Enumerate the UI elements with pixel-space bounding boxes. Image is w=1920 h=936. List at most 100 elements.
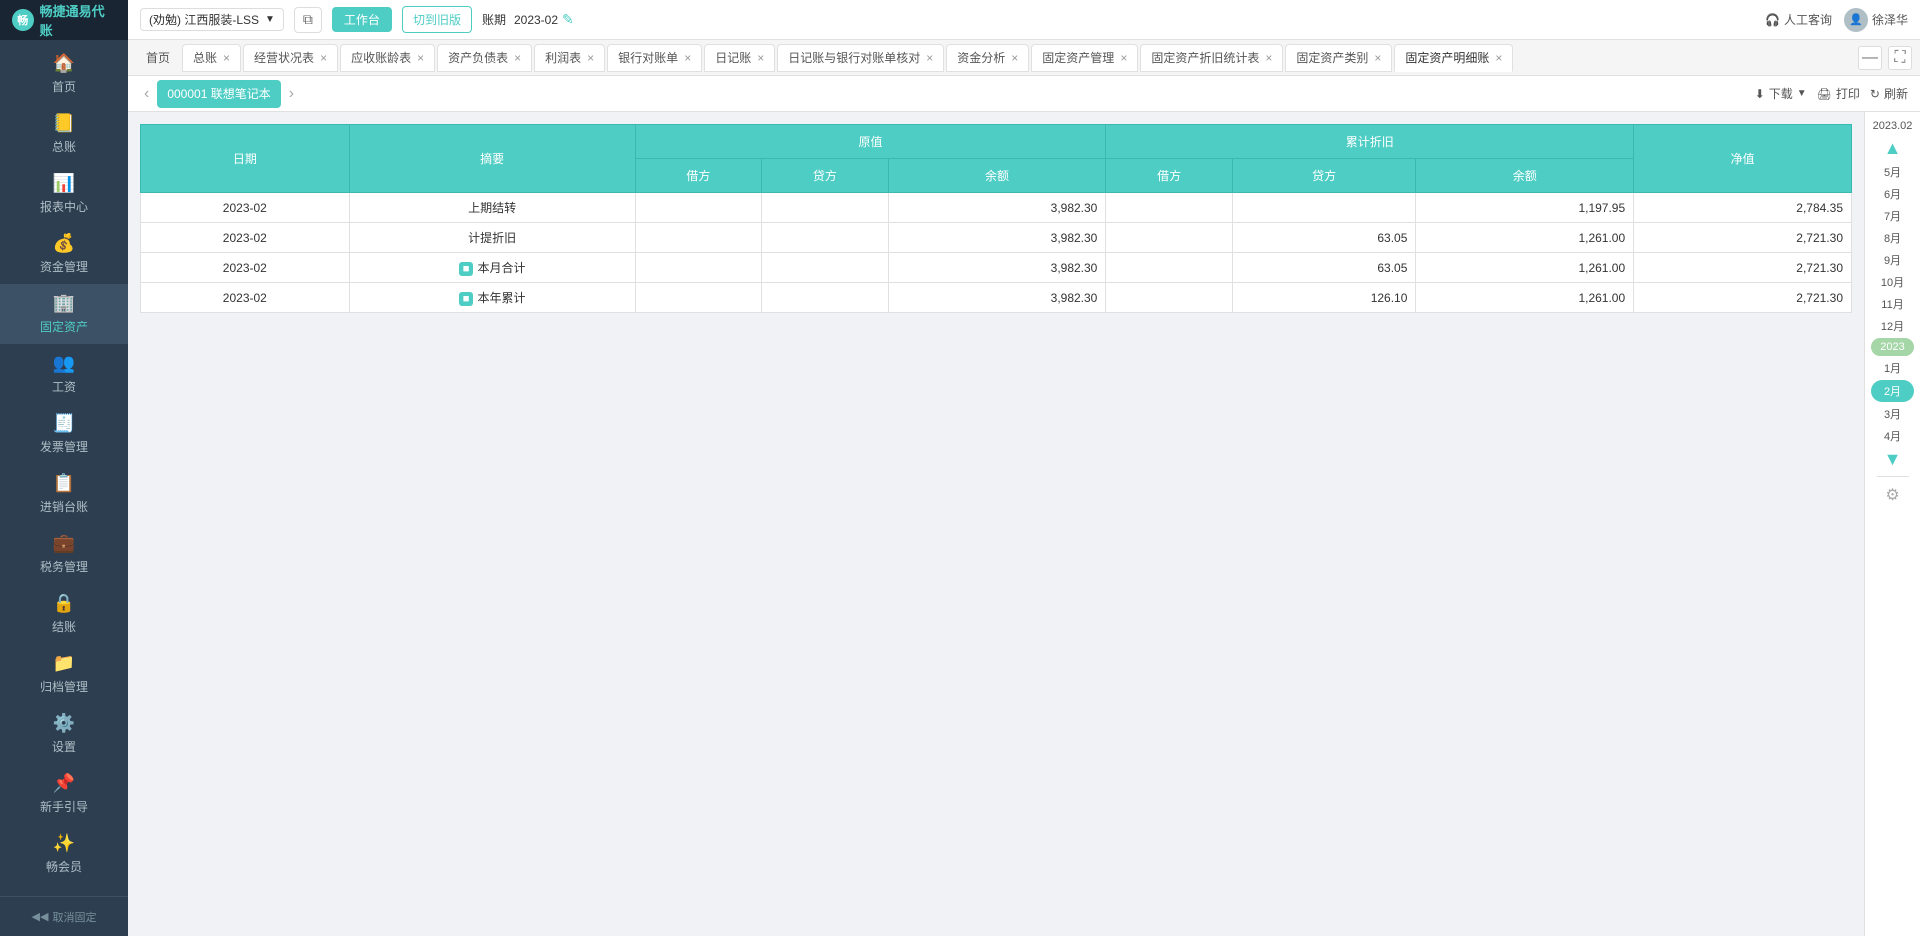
tab-fixed-assets-detail[interactable]: 固定资产明细账 × [1394,44,1513,72]
timeline-month-6[interactable]: 6月 [1865,183,1920,205]
sidebar-item-archive[interactable]: 📁 归档管理 [0,644,128,704]
tab-general-ledger[interactable]: 总账 × [182,44,241,72]
tab-home[interactable]: 首页 [136,44,180,72]
download-button[interactable]: ⬇ 下载 ▼ [1755,85,1807,102]
tab-fixed-assets-depreciation[interactable]: 固定资产折旧统计表 × [1140,44,1283,72]
table-cell: 2,721.30 [1634,283,1852,313]
table-row[interactable]: 2023-02■本年累计3,982.30126.101,261.002,721.… [141,283,1852,313]
timeline-month-1[interactable]: 1月 [1865,357,1920,379]
timeline-scroll-down-button[interactable]: ▼ [1882,447,1904,472]
tab-minimize-button[interactable]: — [1858,46,1882,70]
tab-fund-analysis[interactable]: 资金分析 × [946,44,1029,72]
col-creditor-accumulated: 贷方 [1232,159,1416,193]
sidebar-item-guide[interactable]: 📌 新手引导 [0,764,128,824]
copy-button[interactable]: ⧉ [294,7,322,33]
sidebar-pin-toggle[interactable]: ◀◀ 取消固定 [0,896,128,936]
tab-close-icon[interactable]: × [223,51,230,65]
sidebar-item-settings[interactable]: ⚙️ 设置 [0,704,128,764]
invoice-icon: 🧾 [53,413,75,434]
report-icon: 📊 [53,173,75,194]
col-summary: 摘要 [349,125,635,193]
company-selector[interactable]: (劝勉) 江西服装-LSS ▼ [140,8,284,31]
subtab-item-laptop[interactable]: 000001 联想笔记本 [157,80,280,108]
timeline-month-7[interactable]: 7月 [1865,205,1920,227]
user-profile[interactable]: 👤 徐泽华 [1844,8,1908,32]
tab-expand-button[interactable]: ⛶ [1888,46,1912,70]
tab-receivable-aging[interactable]: 应收账龄表 × [340,44,435,72]
subtab-next-button[interactable]: › [285,85,298,103]
table-row[interactable]: 2023-02计提折旧3,982.3063.051,261.002,721.30 [141,223,1852,253]
print-icon: 🖨 [1817,87,1832,101]
timeline-month-12[interactable]: 12月 [1865,315,1920,337]
timeline-month-9[interactable]: 9月 [1865,249,1920,271]
timeline-month-5[interactable]: 5月 [1865,161,1920,183]
sidebar-item-label: 结账 [52,618,76,635]
tab-close-icon[interactable]: × [417,51,424,65]
timeline-month-10[interactable]: 10月 [1865,271,1920,293]
timeline-month-11[interactable]: 11月 [1865,293,1920,315]
table-cell: 2023-02 [141,193,350,223]
tab-close-icon[interactable]: × [1495,51,1502,65]
tab-close-icon[interactable]: × [1374,51,1381,65]
period-edit-icon[interactable]: ✎ [562,11,574,28]
timeline-settings-icon[interactable]: ⚙ [1885,485,1899,505]
tab-close-icon[interactable]: × [1120,51,1127,65]
table-cell: 2,721.30 [1634,223,1852,253]
sidebar-item-fixed-assets[interactable]: 🏢 固定资产 [0,284,128,344]
tab-bank-statement[interactable]: 银行对账单 × [607,44,702,72]
timeline-month-3[interactable]: 3月 [1865,403,1920,425]
tab-balance-sheet[interactable]: 资产负债表 × [437,44,532,72]
tab-fixed-assets-mgmt[interactable]: 固定资产管理 × [1031,44,1138,72]
purchase-sales-icon: 📋 [53,473,75,494]
tab-business-status[interactable]: 经营状况表 × [243,44,338,72]
tab-fixed-assets-category[interactable]: 固定资产类别 × [1285,44,1392,72]
timeline-month-2[interactable]: 2月 [1871,380,1914,402]
sidebar-item-report[interactable]: 📊 报表中心 [0,164,128,224]
sidebar-item-home[interactable]: 🏠 首页 [0,44,128,104]
tab-close-icon[interactable]: × [320,51,327,65]
expand-icon: ⛶ [1894,49,1905,67]
sidebar-item-purchase-sales[interactable]: 📋 进销台账 [0,464,128,524]
tab-journal[interactable]: 日记账 × [704,44,775,72]
table-row[interactable]: 2023-02上期结转3,982.301,197.952,784.35 [141,193,1852,223]
tab-close-icon[interactable]: × [587,51,594,65]
sidebar-item-invoice[interactable]: 🧾 发票管理 [0,404,128,464]
sidebar-item-checkout[interactable]: 🔒 结账 [0,584,128,644]
sidebar-item-tax[interactable]: 💼 税务管理 [0,524,128,584]
salary-icon: 👥 [53,353,75,374]
tab-close-icon[interactable]: × [684,51,691,65]
col-accumulated-depreciation: 累计折旧 [1106,125,1634,159]
table-cell: 3,982.30 [888,283,1106,313]
tab-profit-loss[interactable]: 利润表 × [534,44,605,72]
table-row[interactable]: 2023-02■本月合计3,982.3063.051,261.002,721.3… [141,253,1852,283]
timeline-year-top[interactable]: 2023.02 [1873,116,1913,136]
subtab-prev-button[interactable]: ‹ [140,85,153,103]
sidebar-item-vip[interactable]: ✨ 畅会员 [0,824,128,884]
service-button[interactable]: 🎧 人工客询 [1765,11,1832,28]
timeline-year-badge[interactable]: 2023 [1871,338,1914,356]
timeline-month-4[interactable]: 4月 [1865,425,1920,447]
tab-label: 银行对账单 [618,49,678,66]
tab-close-icon[interactable]: × [514,51,521,65]
tab-close-icon[interactable]: × [757,51,764,65]
fixed-assets-icon: 🏢 [53,293,75,314]
table-cell [635,253,762,283]
refresh-label: 刷新 [1884,85,1908,102]
tab-close-icon[interactable]: × [926,51,933,65]
tab-journal-reconcile[interactable]: 日记账与银行对账单核对 × [777,44,944,72]
company-dropdown-icon: ▼ [265,14,275,25]
table-cell: 1,261.00 [1416,253,1634,283]
switch-version-button[interactable]: 切到旧版 [402,6,472,33]
tab-close-icon[interactable]: × [1265,51,1272,65]
sidebar-item-ledger[interactable]: 📒 总账 [0,104,128,164]
refresh-button[interactable]: ↻ 刷新 [1870,85,1908,102]
sidebar-item-salary[interactable]: 👥 工资 [0,344,128,404]
timeline-month-8[interactable]: 8月 [1865,227,1920,249]
table-cell: ■本月合计 [349,253,635,283]
workbench-button[interactable]: 工作台 [332,7,392,32]
timeline-scroll-up-button[interactable]: ▲ [1882,136,1904,161]
print-button[interactable]: 🖨 打印 [1817,85,1860,102]
sidebar-item-fund[interactable]: 💰 资金管理 [0,224,128,284]
table-cell: 2023-02 [141,283,350,313]
tab-close-icon[interactable]: × [1011,51,1018,65]
